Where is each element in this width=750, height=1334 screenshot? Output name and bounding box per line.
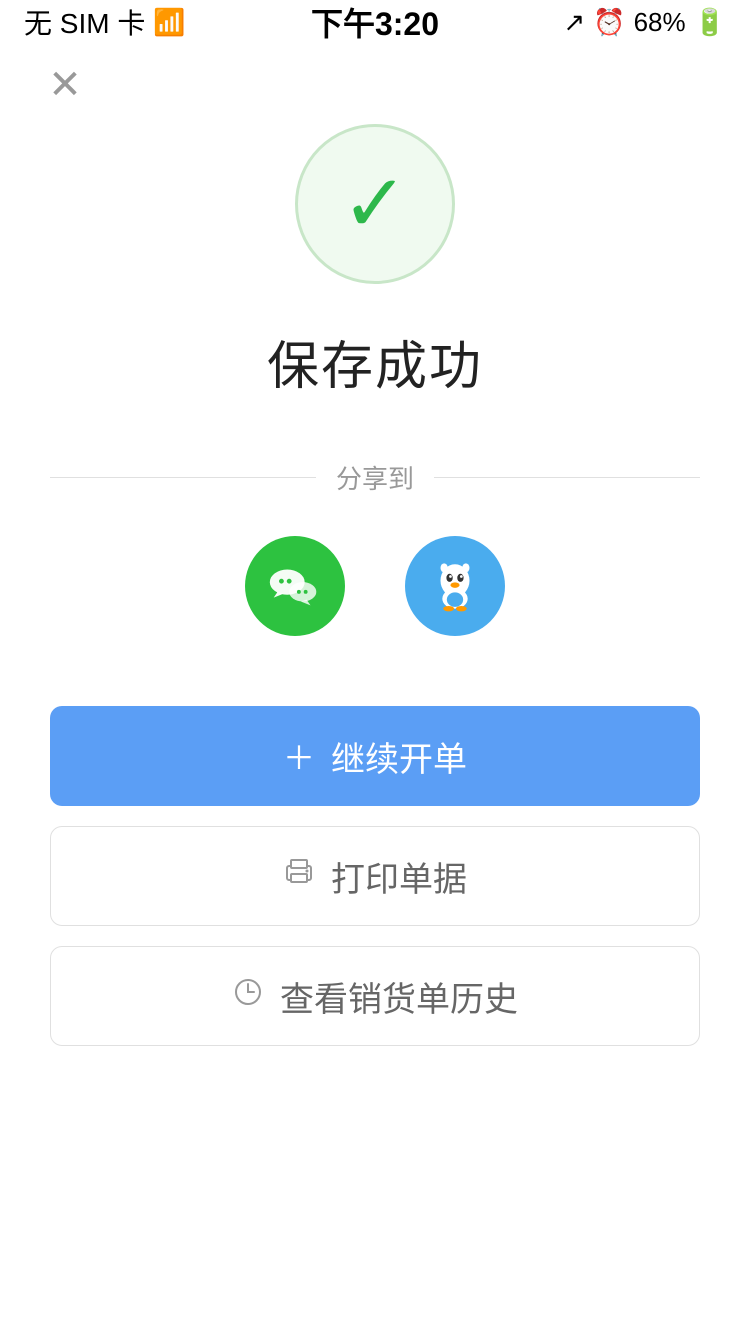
print-button[interactable]: 打印单据 (50, 826, 700, 926)
qq-icon (426, 557, 484, 615)
location-icon: ↗ (563, 7, 585, 38)
success-title: 保存成功 (267, 324, 483, 399)
battery-icon: 🔋 (694, 7, 726, 38)
checkmark-icon: ✓ (341, 164, 408, 244)
history-button[interactable]: 查看销货单历史 (50, 946, 700, 1046)
history-icon (232, 976, 264, 1016)
status-bar: 无 SIM 卡 📶 下午3:20 ↗ ⏰ 68% 🔋 (0, 0, 750, 44)
qq-share-button[interactable] (405, 536, 505, 636)
wechat-share-button[interactable] (245, 536, 345, 636)
status-left: 无 SIM 卡 📶 (24, 2, 186, 42)
status-time: 下午3:20 (311, 0, 439, 45)
share-label: 分享到 (336, 459, 414, 496)
battery-text: 68% (634, 7, 686, 38)
close-icon: ✕ (48, 65, 82, 105)
print-label: 打印单据 (331, 852, 467, 901)
divider-line-left (50, 477, 316, 478)
main-content: ✓ 保存成功 分享到 (0, 44, 750, 1046)
wechat-icon (264, 555, 326, 617)
wifi-icon: 📶 (153, 7, 185, 38)
action-buttons: ＋ 继续开单 打印单据 查看销货单历史 (50, 706, 700, 1046)
continue-order-button[interactable]: ＋ 继续开单 (50, 706, 700, 806)
print-icon (283, 856, 315, 896)
status-right: ↗ ⏰ 68% 🔋 (563, 7, 726, 38)
close-button[interactable]: ✕ (40, 60, 90, 110)
continue-order-label: 继续开单 (331, 732, 467, 781)
plus-icon: ＋ (283, 733, 315, 779)
alarm-icon: ⏰ (593, 7, 625, 38)
share-row (245, 536, 505, 636)
success-circle: ✓ (295, 124, 455, 284)
share-divider: 分享到 (50, 459, 700, 496)
divider-line-right (434, 477, 700, 478)
history-label: 查看销货单历史 (280, 972, 518, 1021)
sim-text: 无 SIM 卡 (24, 2, 145, 42)
